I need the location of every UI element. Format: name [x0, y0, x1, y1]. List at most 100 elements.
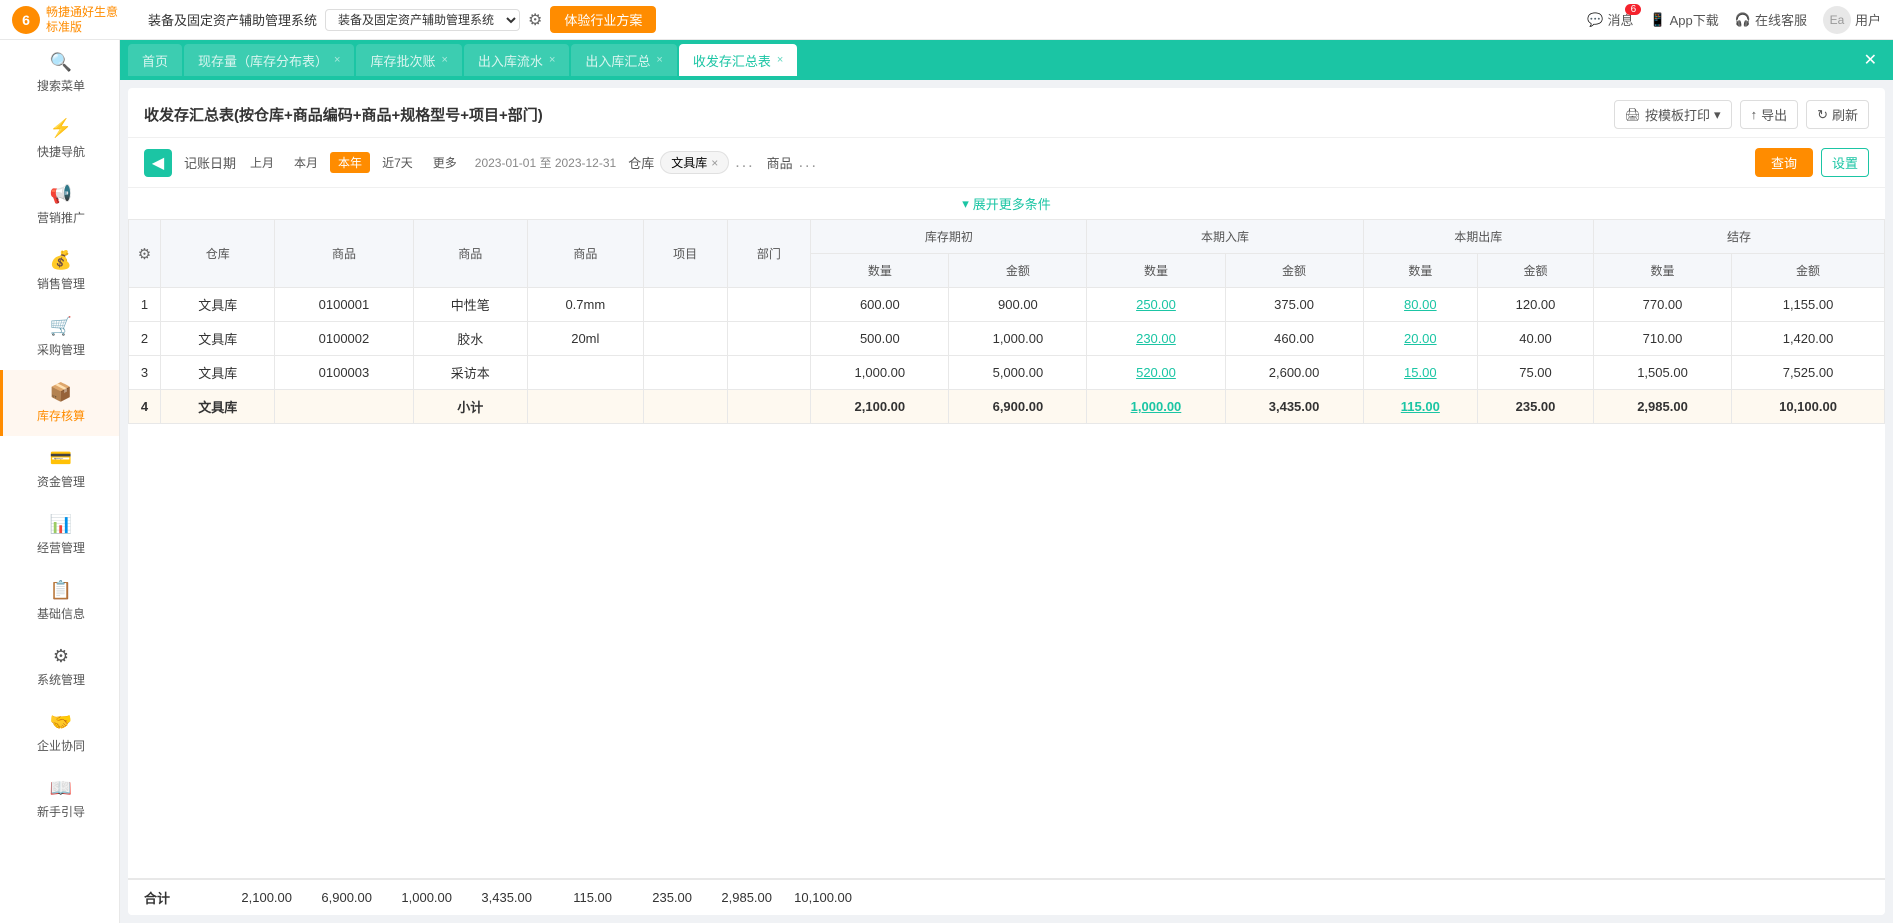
- footer-close-qty: 2,985.00: [700, 890, 780, 905]
- cell-dept: [727, 288, 811, 322]
- refresh-button[interactable]: ↻ 刷新: [1806, 100, 1869, 129]
- cell-warehouse: 文具库: [161, 390, 275, 424]
- sidebar-label-quick: 快捷导航: [37, 143, 85, 160]
- print-button[interactable]: 🖨 按模板打印 ▾: [1614, 100, 1732, 129]
- warehouse-ellipsis-button[interactable]: ...: [735, 154, 754, 172]
- cell-out-qty[interactable]: 15.00: [1363, 356, 1477, 390]
- export-button[interactable]: ↑ 导出: [1740, 100, 1799, 129]
- try-button[interactable]: 体验行业方案: [550, 6, 656, 33]
- table-wrap: ⚙ 仓库 商品 商品 商品 项目 部门 库存期初 本期入库 本期出库 结存: [128, 219, 1885, 878]
- cell-seq: 1: [129, 288, 161, 322]
- sidebar-item-quick[interactable]: ⚡ 快捷导航: [0, 106, 119, 172]
- warehouse-tag[interactable]: 文具库 ×: [660, 151, 729, 174]
- cell-in-qty[interactable]: 230.00: [1087, 322, 1225, 356]
- footer-close-amt: 10,100.00: [780, 890, 860, 905]
- cell-code: 0100002: [275, 322, 413, 356]
- sidebar-item-finance[interactable]: 💳 资金管理: [0, 436, 119, 502]
- cell-in-qty[interactable]: 250.00: [1087, 288, 1225, 322]
- col-header-code: 商品: [275, 220, 413, 288]
- date-btn-last-month[interactable]: 上月: [242, 152, 282, 173]
- tab-inout-summary-close[interactable]: ×: [656, 54, 662, 66]
- messages-icon-item[interactable]: 💬 消息 6: [1587, 10, 1633, 29]
- sidebar-item-search[interactable]: 🔍 搜索菜单: [0, 40, 119, 106]
- col-header-goods: 商品: [413, 220, 527, 288]
- sidebar-item-marketing[interactable]: 📢 营销推广: [0, 172, 119, 238]
- tab-inventory-dist[interactable]: 现存量（库存分布表） ×: [184, 44, 354, 76]
- page-inner: 收发存汇总表(按仓库+商品编码+商品+规格型号+项目+部门) 🖨 按模板打印 ▾…: [128, 88, 1885, 915]
- settings-button[interactable]: 设置: [1821, 148, 1869, 177]
- cell-dept: [727, 356, 811, 390]
- date-btn-7days[interactable]: 近7天: [374, 152, 421, 173]
- date-btn-more[interactable]: 更多: [425, 152, 465, 173]
- cell-out-qty[interactable]: 115.00: [1363, 390, 1477, 424]
- warehouse-tag-text: 文具库: [671, 154, 707, 171]
- sales-icon: 💰: [50, 250, 72, 271]
- date-options: 上月 本月 本年 近7天 更多: [242, 152, 465, 173]
- table-settings-header[interactable]: ⚙: [129, 220, 161, 288]
- main-layout: 🔍 搜索菜单 ⚡ 快捷导航 📢 营销推广 💰 销售管理 🛒 采购管理 📦 库存核…: [0, 40, 1893, 923]
- cell-out-qty[interactable]: 20.00: [1363, 322, 1477, 356]
- date-btn-this-year[interactable]: 本年: [330, 152, 370, 173]
- cell-in-qty[interactable]: 520.00: [1087, 356, 1225, 390]
- date-btn-this-month[interactable]: 本月: [286, 152, 326, 173]
- cell-close-amt: 7,525.00: [1732, 356, 1885, 390]
- online-service-label: 在线客服: [1755, 10, 1807, 29]
- cell-in-amt: 2,600.00: [1225, 356, 1363, 390]
- table-footer: 合计 2,100.00 6,900.00 1,000.00 3,435.00 1…: [128, 878, 1885, 915]
- sidebar-item-business[interactable]: 📊 经营管理: [0, 502, 119, 568]
- sidebar-item-enterprise[interactable]: 🤝 企业协同: [0, 700, 119, 766]
- sidebar-item-inventory[interactable]: 📦 库存核算: [0, 370, 119, 436]
- tab-receive-summary-close[interactable]: ×: [777, 54, 783, 66]
- tab-inout-flow[interactable]: 出入库流水 ×: [464, 44, 569, 76]
- enterprise-icon: 🤝: [50, 712, 72, 733]
- tab-batch-close[interactable]: ×: [441, 54, 447, 66]
- expand-conditions-row: ▾ 展开更多条件: [128, 188, 1885, 219]
- table-row: 3文具库0100003采访本1,000.005,000.00520.002,60…: [129, 356, 1885, 390]
- search-icon: 🔍: [50, 52, 72, 73]
- user-item[interactable]: Ea 用户: [1823, 6, 1881, 34]
- cell-open-qty: 2,100.00: [811, 390, 949, 424]
- footer-label: 合计: [144, 888, 204, 907]
- online-service-item[interactable]: 🎧 在线客服: [1735, 10, 1807, 29]
- tab-receive-summary[interactable]: 收发存汇总表 ×: [679, 44, 797, 76]
- cell-in-qty[interactable]: 1,000.00: [1087, 390, 1225, 424]
- message-icon: 💬: [1587, 12, 1603, 28]
- query-button[interactable]: 查询: [1755, 148, 1813, 177]
- cell-out-amt: 40.00: [1478, 322, 1594, 356]
- system-select[interactable]: 装备及固定资产辅助管理系统: [325, 9, 520, 31]
- tab-home[interactable]: 首页: [128, 44, 182, 76]
- cell-in-amt: 460.00: [1225, 322, 1363, 356]
- main-table: ⚙ 仓库 商品 商品 商品 项目 部门 库存期初 本期入库 本期出库 结存: [128, 219, 1885, 424]
- cell-open-amt: 5,000.00: [949, 356, 1087, 390]
- sidebar-label-guide: 新手引导: [37, 803, 85, 820]
- sidebar-item-purchase[interactable]: 🛒 采购管理: [0, 304, 119, 370]
- purchase-icon: 🛒: [50, 316, 72, 337]
- cell-out-qty[interactable]: 80.00: [1363, 288, 1477, 322]
- sub-header-in-amt: 金额: [1225, 254, 1363, 288]
- tab-batch[interactable]: 库存批次账 ×: [356, 44, 461, 76]
- tab-inventory-dist-close[interactable]: ×: [334, 54, 340, 66]
- col-header-closing: 结存: [1593, 220, 1884, 254]
- col-header-warehouse: 仓库: [161, 220, 275, 288]
- refresh-label: 刷新: [1832, 105, 1858, 124]
- sidebar-item-guide[interactable]: 📖 新手引导: [0, 766, 119, 832]
- date-filter-label: 记账日期: [184, 153, 236, 172]
- tab-inout-summary[interactable]: 出入库汇总 ×: [571, 44, 676, 76]
- sidebar-item-basic[interactable]: 📋 基础信息: [0, 568, 119, 634]
- goods-ellipsis-button[interactable]: ...: [799, 154, 818, 172]
- export-label: 导出: [1761, 105, 1787, 124]
- expand-conditions-button[interactable]: ▾ 展开更多条件: [962, 194, 1051, 213]
- sidebar-item-sales[interactable]: 💰 销售管理: [0, 238, 119, 304]
- warehouse-tag-close[interactable]: ×: [711, 156, 718, 170]
- logo-area: 6 畅捷通好生意标准版: [12, 5, 132, 34]
- app-download-item[interactable]: 📱 App下载: [1649, 10, 1718, 29]
- user-label: 用户: [1855, 10, 1881, 29]
- cell-close-qty: 2,985.00: [1593, 390, 1731, 424]
- basic-icon: 📋: [50, 580, 72, 601]
- page-actions: 🖨 按模板打印 ▾ ↑ 导出 ↻ 刷新: [1614, 100, 1870, 129]
- window-close-button[interactable]: ✕: [1856, 50, 1885, 70]
- tab-inout-flow-close[interactable]: ×: [549, 54, 555, 66]
- filter-toggle-button[interactable]: ◀: [144, 149, 172, 177]
- gear-button[interactable]: ⚙: [528, 10, 542, 30]
- sidebar-item-system[interactable]: ⚙ 系统管理: [0, 634, 119, 700]
